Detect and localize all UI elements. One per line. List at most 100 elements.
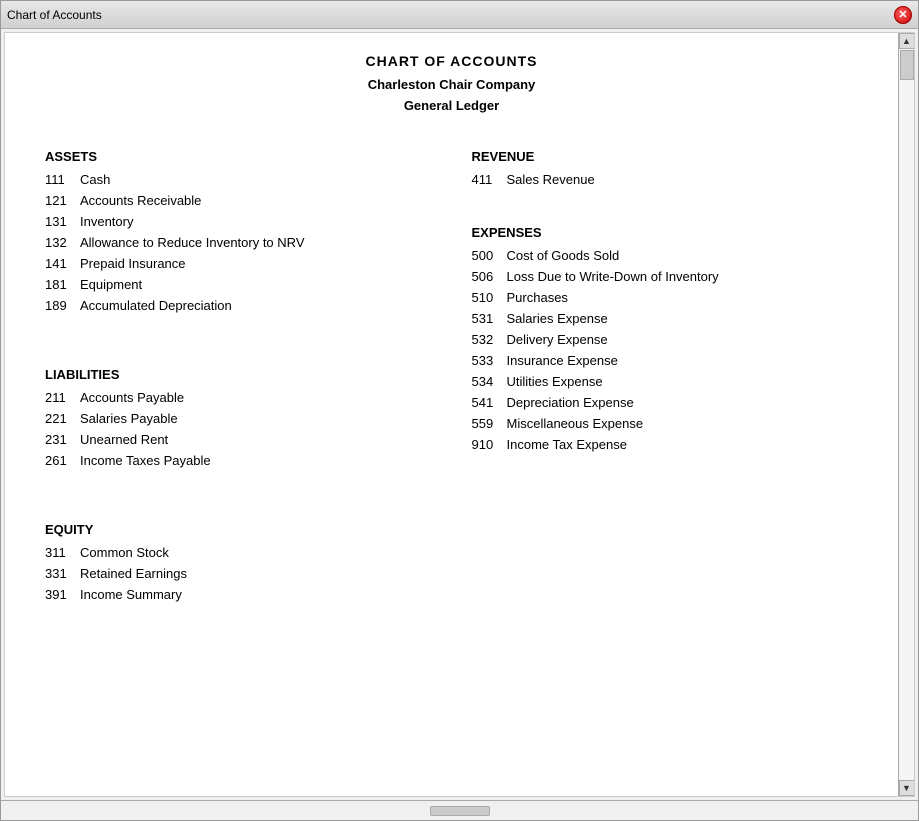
title-bar: Chart of Accounts ✕ (1, 1, 918, 29)
list-item: 534 Utilities Expense (472, 374, 859, 389)
account-name: Allowance to Reduce Inventory to NRV (80, 235, 305, 250)
window: Chart of Accounts ✕ ▲ ▼ CHART OF ACCOUNT… (0, 0, 919, 821)
expenses-header: EXPENSES (472, 225, 859, 240)
list-item: 211 Accounts Payable (45, 390, 432, 405)
account-number: 391 (45, 587, 80, 602)
window-title: Chart of Accounts (7, 8, 102, 22)
list-item: 121 Accounts Receivable (45, 193, 432, 208)
account-number: 331 (45, 566, 80, 581)
left-column: ASSETS 111 Cash 121 Accounts Receivable … (45, 133, 452, 608)
account-number: 411 (472, 172, 507, 187)
account-number: 531 (472, 311, 507, 326)
account-number: 111 (45, 172, 80, 187)
list-item: 559 Miscellaneous Expense (472, 416, 859, 431)
doc-title: CHART OF ACCOUNTS (45, 53, 858, 69)
bottom-bar (1, 800, 918, 820)
account-name: Common Stock (80, 545, 169, 560)
account-name: Salaries Expense (507, 311, 608, 326)
account-number: 559 (472, 416, 507, 431)
spacer (45, 319, 432, 335)
account-number: 221 (45, 411, 80, 426)
list-item: 311 Common Stock (45, 545, 432, 560)
account-number: 181 (45, 277, 80, 292)
account-number: 189 (45, 298, 80, 313)
account-number: 506 (472, 269, 507, 284)
spacer (45, 335, 432, 351)
account-name: Miscellaneous Expense (507, 416, 644, 431)
account-number: 131 (45, 214, 80, 229)
list-item: 141 Prepaid Insurance (45, 256, 432, 271)
account-name: Insurance Expense (507, 353, 618, 368)
scroll-track (899, 49, 915, 780)
account-name: Cost of Goods Sold (507, 248, 620, 263)
list-item: 510 Purchases (472, 290, 859, 305)
assets-header: ASSETS (45, 149, 432, 164)
spacer (45, 474, 432, 490)
spacer (472, 193, 859, 209)
account-number: 510 (472, 290, 507, 305)
columns: ASSETS 111 Cash 121 Accounts Receivable … (45, 133, 858, 608)
scroll-thumb[interactable] (900, 50, 914, 80)
list-item: 500 Cost of Goods Sold (472, 248, 859, 263)
list-item: 132 Allowance to Reduce Inventory to NRV (45, 235, 432, 250)
account-number: 541 (472, 395, 507, 410)
account-name: Accounts Receivable (80, 193, 201, 208)
right-column: REVENUE 411 Sales Revenue EXPENSES 500 C… (452, 133, 859, 608)
list-item: 131 Inventory (45, 214, 432, 229)
account-name: Unearned Rent (80, 432, 168, 447)
account-name: Loss Due to Write-Down of Inventory (507, 269, 719, 284)
account-number: 311 (45, 545, 80, 560)
account-name: Prepaid Insurance (80, 256, 186, 271)
account-number: 532 (472, 332, 507, 347)
horizontal-scrollbar[interactable] (430, 806, 490, 816)
spacer (45, 490, 432, 506)
list-item: 910 Income Tax Expense (472, 437, 859, 452)
account-name: Delivery Expense (507, 332, 608, 347)
list-item: 231 Unearned Rent (45, 432, 432, 447)
account-name: Retained Earnings (80, 566, 187, 581)
account-name: Sales Revenue (507, 172, 595, 187)
account-name: Purchases (507, 290, 568, 305)
equity-header: EQUITY (45, 522, 432, 537)
account-number: 534 (472, 374, 507, 389)
revenue-header: REVENUE (472, 149, 859, 164)
liabilities-header: LIABILITIES (45, 367, 432, 382)
account-number: 500 (472, 248, 507, 263)
list-item: 533 Insurance Expense (472, 353, 859, 368)
scroll-down[interactable]: ▼ (899, 780, 915, 796)
account-name: Income Summary (80, 587, 182, 602)
close-button[interactable]: ✕ (894, 6, 912, 24)
account-number: 261 (45, 453, 80, 468)
list-item: 111 Cash (45, 172, 432, 187)
document: CHART OF ACCOUNTS Charleston Chair Compa… (5, 33, 898, 638)
account-name: Inventory (80, 214, 133, 229)
account-number: 121 (45, 193, 80, 208)
account-number: 231 (45, 432, 80, 447)
list-item: 411 Sales Revenue (472, 172, 859, 187)
content-area: ▲ ▼ CHART OF ACCOUNTS Charleston Chair C… (4, 32, 915, 797)
list-item: 506 Loss Due to Write-Down of Inventory (472, 269, 859, 284)
scroll-up[interactable]: ▲ (899, 33, 915, 49)
account-name: Income Taxes Payable (80, 453, 211, 468)
account-name: Cash (80, 172, 110, 187)
account-name: Utilities Expense (507, 374, 603, 389)
list-item: 331 Retained Earnings (45, 566, 432, 581)
account-number: 910 (472, 437, 507, 452)
account-number: 533 (472, 353, 507, 368)
list-item: 391 Income Summary (45, 587, 432, 602)
account-name: Salaries Payable (80, 411, 178, 426)
list-item: 531 Salaries Expense (472, 311, 859, 326)
list-item: 261 Income Taxes Payable (45, 453, 432, 468)
account-name: Income Tax Expense (507, 437, 627, 452)
account-name: Accumulated Depreciation (80, 298, 232, 313)
list-item: 221 Salaries Payable (45, 411, 432, 426)
doc-ledger: General Ledger (45, 98, 858, 113)
account-name: Equipment (80, 277, 142, 292)
account-number: 141 (45, 256, 80, 271)
account-name: Accounts Payable (80, 390, 184, 405)
scrollbar[interactable]: ▲ ▼ (898, 33, 914, 796)
list-item: 181 Equipment (45, 277, 432, 292)
doc-subtitle: Charleston Chair Company (45, 77, 858, 92)
account-name: Depreciation Expense (507, 395, 634, 410)
account-number: 132 (45, 235, 80, 250)
